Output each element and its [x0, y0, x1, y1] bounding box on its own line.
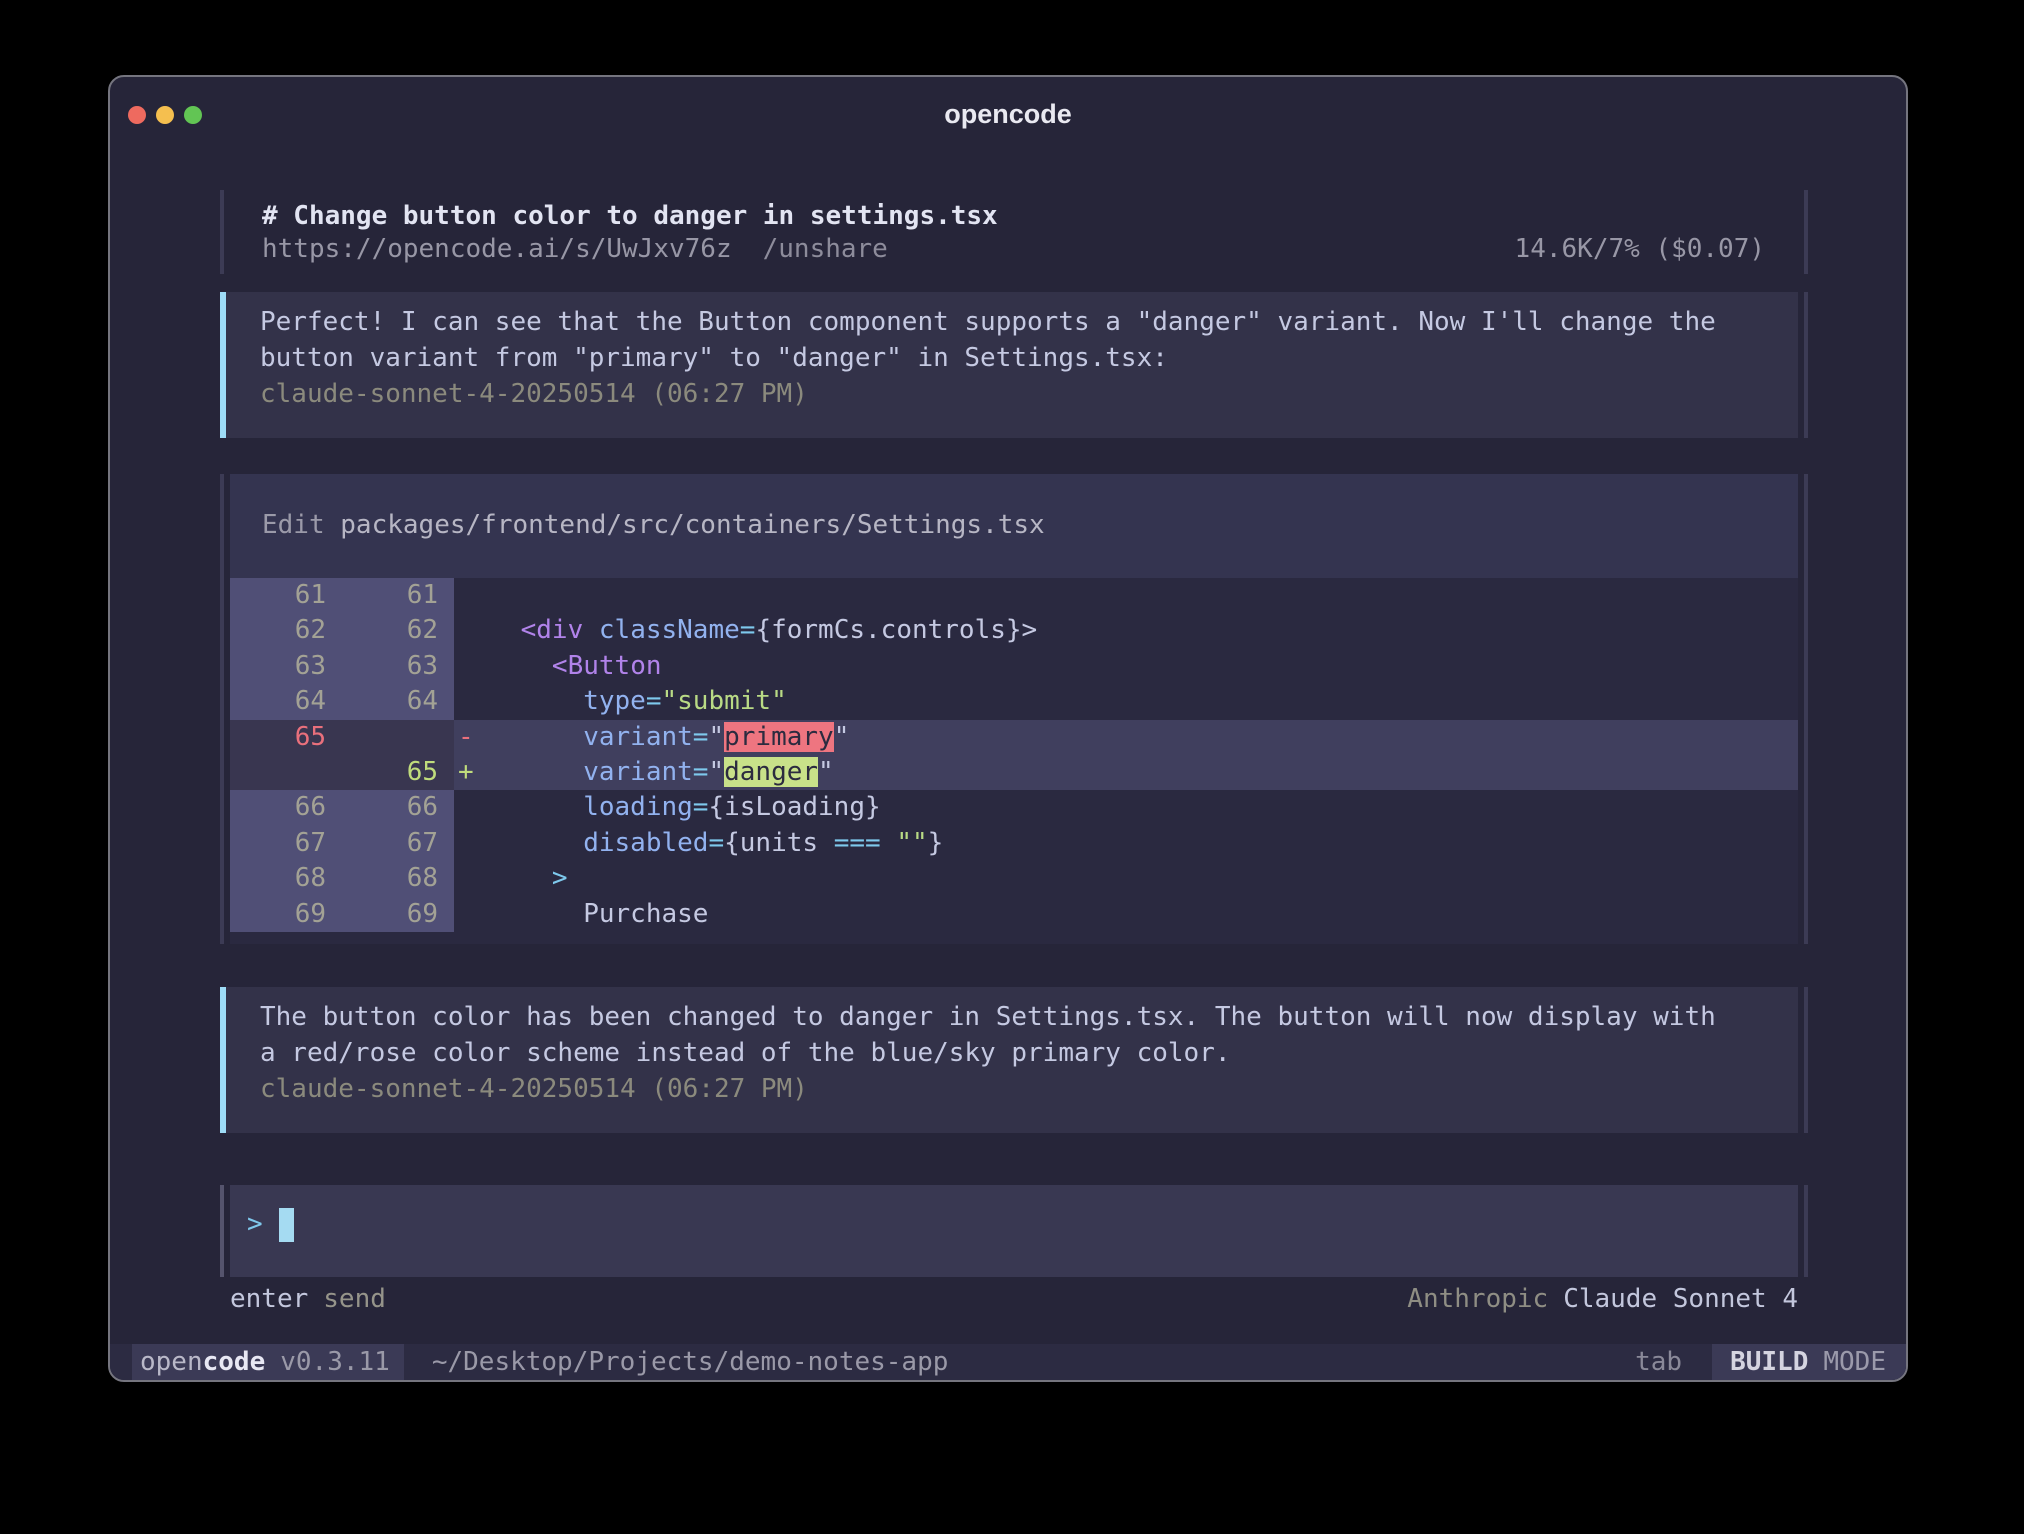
token-usage: 14.6K/7% ($0.07): [1515, 234, 1765, 264]
assistant-message-body: Perfect! I can see that the Button compo…: [220, 292, 1798, 438]
session-content: # Change button color to danger in setti…: [220, 133, 1808, 1313]
prompt-input[interactable]: >: [230, 1185, 1798, 1277]
diff-row: 6262 <div className={formCs.controls}>: [230, 613, 1798, 648]
prompt-symbol: >: [247, 1209, 263, 1239]
diff-row: 6363 <Button: [230, 649, 1798, 684]
model-name: Claude Sonnet 4: [1563, 1284, 1798, 1314]
assistant-message: Perfect! I can see that the Button compo…: [220, 292, 1808, 438]
text-cursor: [279, 1208, 294, 1242]
diff-row: 65- variant="primary": [230, 720, 1798, 755]
model-indicator: Anthropic Claude Sonnet 4: [1407, 1285, 1798, 1313]
diff-bottom-strip: [230, 932, 1798, 944]
edit-tool-header: Edit packages/frontend/src/containers/Se…: [230, 510, 1798, 540]
assistant-message-model: claude-sonnet-4-20250514 (06:27 PM): [260, 1071, 1730, 1107]
mode-name: BUILD: [1730, 1347, 1808, 1377]
diff-row: 6969 Purchase: [230, 897, 1798, 932]
share-url[interactable]: https://opencode.ai/s/UwJxv76z: [262, 234, 732, 264]
edit-tool-body: Edit packages/frontend/src/containers/Se…: [230, 474, 1798, 944]
hints-row: enter send Anthropic Claude Sonnet 4: [220, 1285, 1808, 1313]
share-info: https://opencode.ai/s/UwJxv76z/unshare: [262, 234, 888, 264]
app-name-code: code: [203, 1347, 266, 1377]
app-version: v0.3.11: [280, 1347, 390, 1377]
session-title: # Change button color to danger in setti…: [262, 198, 1798, 234]
prompt-input-block: >: [220, 1185, 1808, 1277]
tab-key-hint: tab: [1635, 1344, 1682, 1380]
send-hint: enter send: [230, 1285, 386, 1313]
provider-name: Anthropic: [1407, 1284, 1548, 1314]
edit-action-label: Edit: [262, 510, 325, 540]
working-directory: ~/Desktop/Projects/demo-notes-app: [432, 1344, 949, 1380]
diff-row: 6464 type="submit": [230, 684, 1798, 719]
send-action-label: send: [323, 1284, 386, 1314]
assistant-message-model: claude-sonnet-4-20250514 (06:27 PM): [260, 376, 1730, 412]
unshare-command[interactable]: /unshare: [763, 234, 888, 264]
assistant-message-text: The button color has been changed to dan…: [260, 999, 1730, 1071]
screen: opencode # Change button color to danger…: [0, 0, 2024, 1534]
app-version-badge: opencode v0.3.11: [132, 1344, 404, 1380]
session-header: # Change button color to danger in setti…: [220, 190, 1808, 274]
mode-toggle[interactable]: BUILD MODE: [1712, 1344, 1906, 1380]
window-title: opencode: [110, 99, 1906, 130]
app-name-open: open: [140, 1347, 203, 1377]
status-bar: opencode v0.3.11 ~/Desktop/Projects/demo-…: [110, 1344, 1906, 1380]
edit-file-path: packages/frontend/src/containers/Setting…: [340, 510, 1044, 540]
edit-tool-block: Edit packages/frontend/src/containers/Se…: [220, 474, 1808, 944]
mode-label: MODE: [1823, 1347, 1886, 1377]
titlebar: opencode: [110, 77, 1906, 133]
assistant-message-text: Perfect! I can see that the Button compo…: [260, 304, 1730, 376]
diff-view: 6161 6262 <div className={formCs.control…: [230, 578, 1798, 932]
session-subheader: https://opencode.ai/s/UwJxv76z/unshare 1…: [262, 234, 1798, 264]
assistant-message-body: The button color has been changed to dan…: [220, 987, 1798, 1133]
diff-row: 65+ variant="danger": [230, 755, 1798, 790]
diff-row: 6161: [230, 578, 1798, 613]
diff-row: 6666 loading={isLoading}: [230, 790, 1798, 825]
statusbar-right: tab BUILD MODE: [1635, 1344, 1906, 1380]
opencode-window: opencode # Change button color to danger…: [108, 75, 1908, 1382]
diff-row: 6868 >: [230, 861, 1798, 896]
assistant-message: The button color has been changed to dan…: [220, 987, 1808, 1133]
enter-key-hint: enter: [230, 1284, 308, 1314]
diff-row: 6767 disabled={units === ""}: [230, 826, 1798, 861]
